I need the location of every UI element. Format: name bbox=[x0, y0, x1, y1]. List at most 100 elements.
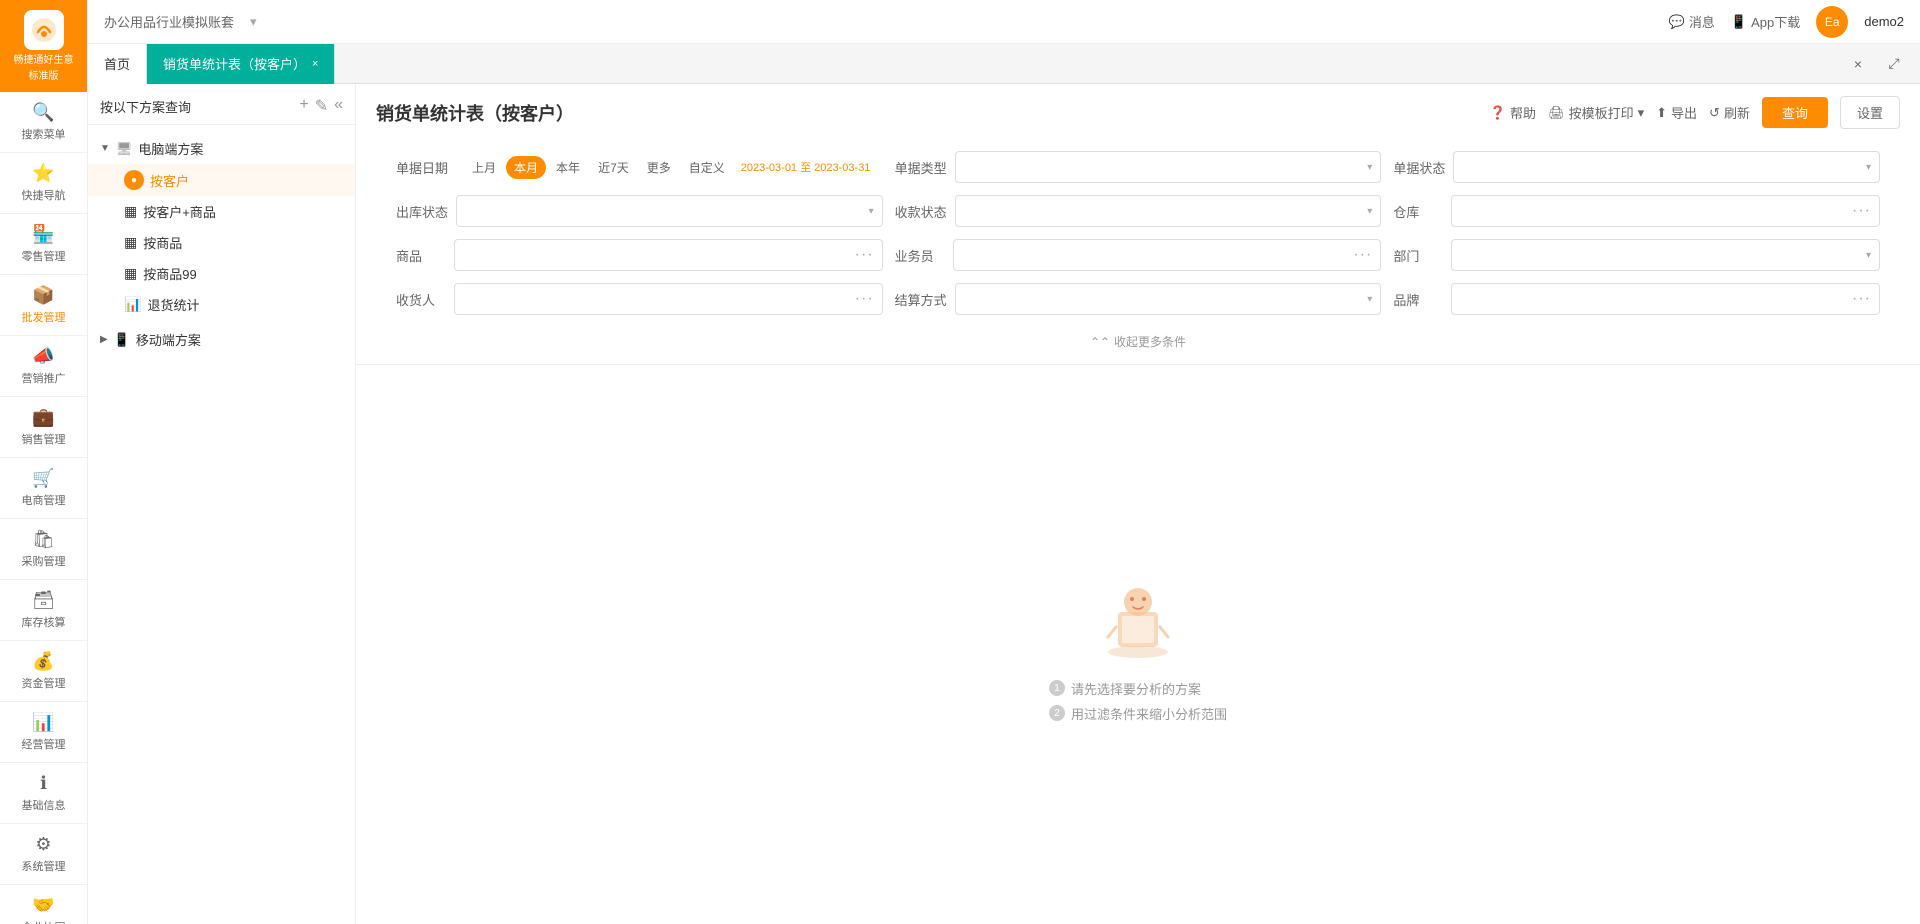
date-tab-more[interactable]: 更多 bbox=[639, 156, 679, 179]
salesman-input[interactable]: ··· bbox=[953, 239, 1382, 271]
goods-input[interactable]: ··· bbox=[454, 239, 883, 271]
collapse-bar[interactable]: ⌃⌃ 收起更多条件 bbox=[396, 327, 1880, 352]
topbar-actions: 💬 消息 📱 App下载 Ea demo2 bbox=[1669, 6, 1904, 38]
sidebar-item-wholesale[interactable]: 📦 批发管理 bbox=[0, 275, 87, 336]
help-icon: ❓ bbox=[1490, 105, 1506, 121]
collectstatus-label: 收款状态 bbox=[895, 202, 947, 221]
tree-item-product-99[interactable]: ▦ 按商品99 bbox=[88, 258, 355, 289]
app-icon: 📱 bbox=[1731, 14, 1747, 30]
date-tab-lastmonth[interactable]: 上月 bbox=[464, 156, 504, 179]
department-input[interactable]: ▾ bbox=[1451, 239, 1880, 271]
app-logo[interactable]: 畅捷通好生意 标准版 bbox=[0, 0, 88, 92]
brand-input[interactable]: ··· bbox=[1451, 283, 1880, 315]
outstatus-input[interactable]: ▾ bbox=[456, 195, 883, 227]
date-filter: 上月 本月 本年 近7天 更多 自定义 2023-03-01 至 2023-03… bbox=[456, 156, 870, 179]
tab-close-icon[interactable]: × bbox=[312, 58, 318, 70]
tab-maximize-button[interactable]: ⤢ bbox=[1880, 50, 1908, 78]
main-wrap: 办公用品行业模拟账套 ▾ 💬 消息 📱 App下载 Ea demo2 首页 销货… bbox=[88, 0, 1920, 924]
active-check: ● bbox=[131, 175, 137, 186]
payment-input[interactable]: ▾ bbox=[955, 283, 1382, 315]
warehouse-input[interactable]: ··· bbox=[1451, 195, 1880, 227]
outstatus-label: 出库状态 bbox=[396, 202, 448, 221]
collectstatus-input[interactable]: ▾ bbox=[955, 195, 1382, 227]
sidebar-item-ecommerce[interactable]: 🛒 电商管理 bbox=[0, 458, 87, 519]
pc-folder-icon: 🖥 bbox=[116, 141, 133, 157]
sidebar-label-company: 企业协同 bbox=[22, 919, 66, 924]
sidebar-item-system[interactable]: ⚙ 系统管理 bbox=[0, 824, 87, 885]
sidebar-item-purchase[interactable]: 🛍 采购管理 bbox=[0, 519, 87, 580]
sidebar-item-finance[interactable]: 💰 资金管理 bbox=[0, 641, 87, 702]
logo-icon bbox=[24, 10, 64, 50]
help-label: 帮助 bbox=[1510, 103, 1536, 122]
add-scheme-icon[interactable]: + bbox=[299, 96, 308, 116]
page-header-top: 销货单统计表（按客户） ❓ 帮助 🖨 按模板打印 ▾ ⬆ bbox=[376, 96, 1900, 129]
tree-item-by-customer[interactable]: ● 按客户 bbox=[88, 164, 355, 196]
tab-home[interactable]: 首页 bbox=[88, 44, 147, 84]
collapse-panel-icon[interactable]: « bbox=[334, 96, 343, 116]
salesman-dots: ··· bbox=[1353, 246, 1372, 264]
sidebar-item-retail[interactable]: 🏪 零售管理 bbox=[0, 214, 87, 275]
tree-group-pc[interactable]: ▼ 🖥 电脑端方案 bbox=[88, 133, 355, 164]
tree-item-sales-return[interactable]: 📊 退货统计 bbox=[88, 289, 355, 320]
industry-chevron[interactable]: ▾ bbox=[250, 14, 257, 30]
left-panel-title: 按以下方案查询 bbox=[100, 97, 191, 116]
receiver-dots: ··· bbox=[855, 290, 874, 308]
by-customer-label: 按客户 bbox=[150, 171, 189, 190]
date-tab-thismonth[interactable]: 本月 bbox=[506, 156, 546, 179]
message-label: 消息 bbox=[1689, 12, 1715, 31]
tree-item-by-product[interactable]: ▦ 按商品 bbox=[88, 227, 355, 258]
status-filter-input[interactable]: ▾ bbox=[1453, 151, 1880, 183]
company-icon: 🤝 bbox=[32, 895, 54, 916]
tab-close-button[interactable]: × bbox=[1844, 50, 1872, 78]
system-icon: ⚙ bbox=[35, 834, 51, 855]
sidebar-item-marketing[interactable]: 📣 营销推广 bbox=[0, 336, 87, 397]
customer-product-icon: ▦ bbox=[124, 203, 137, 220]
app-download-link[interactable]: 📱 App下载 bbox=[1731, 12, 1800, 31]
inventory-icon: 🗃 bbox=[32, 590, 55, 611]
date-tab-thisyear[interactable]: 本年 bbox=[548, 156, 588, 179]
settings-button[interactable]: 设置 bbox=[1840, 96, 1900, 129]
export-link[interactable]: ⬆ 导出 bbox=[1656, 103, 1697, 122]
print-link[interactable]: 🖨 按模板打印 ▾ bbox=[1548, 103, 1644, 122]
user-avatar[interactable]: Ea bbox=[1816, 6, 1848, 38]
sidebar-item-inventory[interactable]: 🗃 库存核算 bbox=[0, 580, 87, 641]
hint-num-1: 1 bbox=[1049, 680, 1065, 696]
message-link[interactable]: 💬 消息 bbox=[1669, 12, 1715, 31]
filter-row-3: 商品 ··· 业务员 ··· bbox=[396, 239, 1880, 271]
sidebar-item-company[interactable]: 🤝 企业协同 bbox=[0, 885, 87, 924]
sales-return-label: 退货统计 bbox=[147, 295, 199, 314]
sidebar-item-basic[interactable]: ℹ 基础信息 bbox=[0, 763, 87, 824]
status-filter-label: 单据状态 bbox=[1393, 158, 1445, 177]
filter-cell-department: 部门 ▾ bbox=[1393, 239, 1880, 271]
receiver-input[interactable]: ··· bbox=[454, 283, 883, 315]
tab-report[interactable]: 销货单统计表（按客户） × bbox=[147, 44, 335, 84]
help-link[interactable]: ❓ 帮助 bbox=[1490, 103, 1536, 122]
date-filter-label: 单据日期 bbox=[396, 158, 448, 177]
user-initials: Ea bbox=[1825, 15, 1840, 29]
sidebar-item-search[interactable]: 🔍 搜索菜单 bbox=[0, 92, 87, 153]
brand-label: 品牌 bbox=[1393, 290, 1443, 309]
mobile-folder-icon: 📱 bbox=[114, 332, 130, 348]
sidebar-label-basic: 基础信息 bbox=[22, 797, 66, 813]
sidebar-item-operation[interactable]: 📊 经营管理 bbox=[0, 702, 87, 763]
sidebar-item-sales[interactable]: 💼 销售管理 bbox=[0, 397, 87, 458]
query-button[interactable]: 查询 bbox=[1762, 97, 1828, 128]
date-tab-custom[interactable]: 自定义 bbox=[681, 156, 733, 179]
export-label: 导出 bbox=[1671, 103, 1697, 122]
sidebar-item-quicknav[interactable]: ⭐ 快捷导航 bbox=[0, 153, 87, 214]
tree-item-customer-product[interactable]: ▦ 按客户+商品 bbox=[88, 196, 355, 227]
filter-row-4: 收货人 ··· 结算方式 ▾ bbox=[396, 283, 1880, 315]
sidebar-label-marketing: 营销推广 bbox=[22, 370, 66, 386]
by-product-label: 按商品 bbox=[143, 233, 182, 252]
type-filter-input[interactable]: ▾ bbox=[955, 151, 1382, 183]
warehouse-label: 仓库 bbox=[1393, 202, 1443, 221]
edit-scheme-icon[interactable]: ✎ bbox=[315, 96, 328, 116]
page-header-actions: ❓ 帮助 🖨 按模板打印 ▾ ⬆ 导出 ↺ bbox=[1490, 96, 1900, 129]
product-99-icon: ▦ bbox=[124, 265, 137, 282]
filter-cell-date: 单据日期 上月 本月 本年 近7天 更多 自定义 20 bbox=[396, 156, 883, 179]
date-tab-7days[interactable]: 近7天 bbox=[590, 156, 637, 179]
refresh-label: 刷新 bbox=[1724, 103, 1750, 122]
date-range-display: 2023-03-01 至 2023-03-31 bbox=[741, 159, 871, 175]
tree-group-mobile[interactable]: ▶ 📱 移动端方案 bbox=[88, 324, 355, 355]
refresh-link[interactable]: ↺ 刷新 bbox=[1709, 103, 1750, 122]
